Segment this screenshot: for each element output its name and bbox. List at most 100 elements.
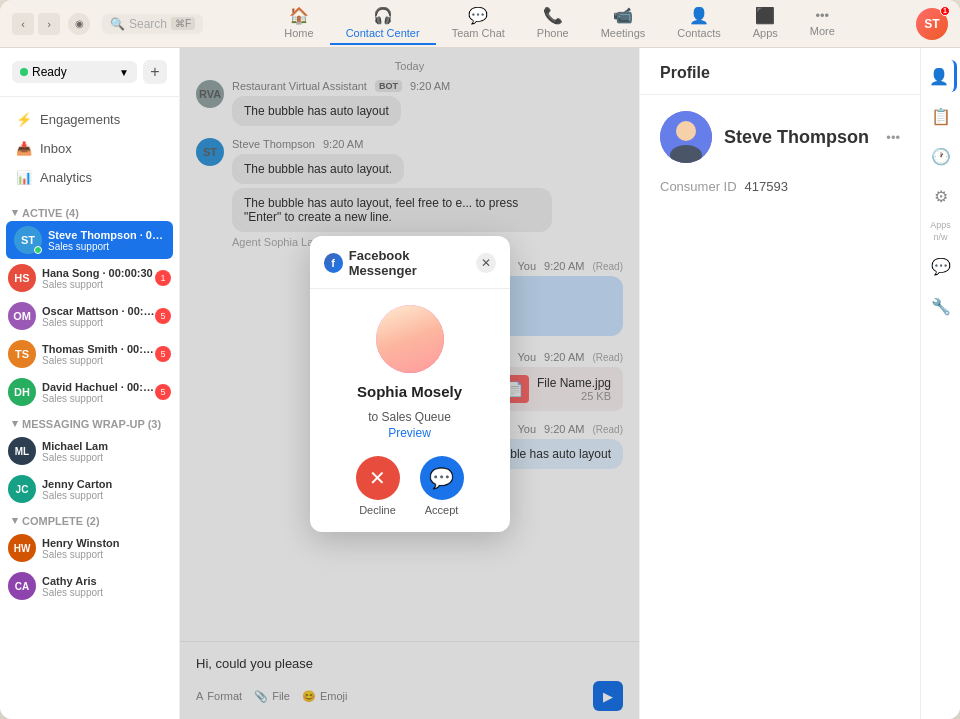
contact-queue-oscar: Sales support — [42, 317, 155, 328]
consumer-id-label: Consumer ID — [660, 179, 737, 194]
profile-header: Profile — [640, 48, 920, 95]
profile-avatar — [660, 111, 712, 163]
apps-label-section: Apps n/w — [930, 220, 951, 242]
contact-item-david[interactable]: DH David Hachuel · 00:00:35 Sales suppor… — [0, 373, 179, 411]
right-icon-chat[interactable]: 💬 — [925, 250, 957, 282]
modal-header: f Facebook Messenger ✕ — [310, 236, 510, 289]
contact-item-henry[interactable]: HW Henry Winston Sales support — [0, 529, 179, 567]
contact-avatar-michael: ML — [8, 437, 36, 465]
sidebar-menu: ⚡ Engagements 📥 Inbox 📊 Analytics — [0, 97, 179, 200]
search-icon: 🔍 — [110, 17, 125, 31]
modal-avatar — [376, 305, 444, 373]
right-icon-person[interactable]: 👤 — [925, 60, 957, 92]
contact-info-jenny: Jenny Carton Sales support — [42, 478, 171, 501]
analytics-label: Analytics — [40, 170, 92, 185]
facebook-messenger-modal: f Facebook Messenger ✕ Sophia Mosely to … — [310, 236, 510, 532]
tab-contacts-label: Contacts — [677, 27, 720, 39]
tab-phone[interactable]: 📞 Phone — [521, 2, 585, 45]
right-icon-settings[interactable]: ⚙ — [925, 180, 957, 212]
contact-queue-thomas: Sales support — [42, 355, 155, 366]
modal-overlay: f Facebook Messenger ✕ Sophia Mosely to … — [180, 48, 639, 719]
add-button[interactable]: + — [143, 60, 167, 84]
apps-label: Apps — [930, 220, 951, 230]
user-avatar[interactable]: ST 1 — [916, 8, 948, 40]
nav-forward-button[interactable]: › — [38, 13, 60, 35]
tab-contacts[interactable]: 👤 Contacts — [661, 2, 736, 45]
contact-queue-michael: Sales support — [42, 452, 171, 463]
contact-avatar-cathy: CA — [8, 572, 36, 600]
sidebar-item-analytics[interactable]: 📊 Analytics — [0, 163, 179, 192]
section-complete[interactable]: ▾ COMPLETE (2) — [0, 508, 179, 529]
contact-item-hana[interactable]: HS Hana Song · 00:00:30 Sales support 1 — [0, 259, 179, 297]
tab-home[interactable]: 🏠 Home — [268, 2, 329, 45]
contacts-icon: 👤 — [689, 6, 709, 25]
accept-button[interactable]: 💬 — [420, 456, 464, 500]
status-dot — [20, 68, 28, 76]
nw-label: n/w — [933, 232, 947, 242]
team-chat-icon: 💬 — [468, 6, 488, 25]
contact-avatar-henry: HW — [8, 534, 36, 562]
modal-title: Facebook Messenger — [349, 248, 476, 278]
tab-more[interactable]: ••• More — [794, 4, 851, 43]
search-shortcut: ⌘F — [171, 17, 195, 30]
status-select[interactable]: Ready ▼ — [12, 61, 137, 83]
search-box[interactable]: 🔍 Search ⌘F — [102, 14, 203, 34]
contact-item-cathy[interactable]: CA Cathy Aris Sales support — [0, 567, 179, 605]
section-messaging-wrap-up[interactable]: ▾ MESSAGING WRAP-UP (3) — [0, 411, 179, 432]
contact-avatar-david: DH — [8, 378, 36, 406]
contact-item-jenny[interactable]: JC Jenny Carton Sales support — [0, 470, 179, 508]
contact-name-steve: Steve Thompson · 00:00:15 — [48, 229, 165, 241]
nav-back-button[interactable]: ‹ — [12, 13, 34, 35]
contact-avatar-steve: ST — [14, 226, 42, 254]
chevron-active-icon: ▾ — [12, 206, 18, 219]
right-icon-notes[interactable]: 📋 — [925, 100, 957, 132]
tab-phone-label: Phone — [537, 27, 569, 39]
analytics-icon: 📊 — [16, 170, 32, 185]
modal-close-button[interactable]: ✕ — [476, 253, 495, 273]
contact-name-henry: Henry Winston — [42, 537, 171, 549]
sidebar-item-inbox[interactable]: 📥 Inbox — [0, 134, 179, 163]
contact-badge-david: 5 — [155, 384, 171, 400]
right-icon-wrench[interactable]: 🔧 — [925, 290, 957, 322]
contact-item-steve-thompson[interactable]: ST Steve Thompson · 00:00:15 Sales suppo… — [6, 221, 173, 259]
section-active[interactable]: ▾ ACTIVE (4) — [0, 200, 179, 221]
contact-item-michael[interactable]: ML Michael Lam Sales support — [0, 432, 179, 470]
tab-meetings[interactable]: 📹 Meetings — [585, 2, 662, 45]
svg-point-1 — [676, 121, 696, 141]
section-wrap-label: MESSAGING WRAP-UP (3) — [22, 418, 161, 430]
apps-icon: ⬛ — [755, 6, 775, 25]
contact-info-henry: Henry Winston Sales support — [42, 537, 171, 560]
contact-name-david: David Hachuel · 00:00:35 — [42, 381, 155, 393]
contact-item-oscar[interactable]: OM Oscar Mattson · 00:00:20 Sales suppor… — [0, 297, 179, 335]
search-label: Search — [129, 17, 167, 31]
contact-queue-cathy: Sales support — [42, 587, 171, 598]
tab-contact-center[interactable]: 🎧 Contact Center — [330, 2, 436, 45]
contact-queue-hana: Sales support — [42, 279, 155, 290]
meetings-icon: 📹 — [613, 6, 633, 25]
contact-name-oscar: Oscar Mattson · 00:00:20 — [42, 305, 155, 317]
decline-button[interactable]: ✕ — [356, 456, 400, 500]
tab-apps[interactable]: ⬛ Apps — [737, 2, 794, 45]
online-dot — [34, 246, 42, 254]
modal-preview-link[interactable]: Preview — [388, 426, 431, 440]
profile-more-button[interactable]: ••• — [886, 130, 900, 145]
right-icon-history[interactable]: 🕐 — [925, 140, 957, 172]
modal-queue-text: to Sales Queue — [368, 410, 451, 424]
contact-name-thomas: Thomas Smith · 00:00:32 — [42, 343, 155, 355]
contact-queue-jenny: Sales support — [42, 490, 171, 501]
profile-title: Profile — [660, 64, 710, 81]
contact-info-michael: Michael Lam Sales support — [42, 440, 171, 463]
contact-item-thomas[interactable]: TS Thomas Smith · 00:00:32 Sales support… — [0, 335, 179, 373]
tab-apps-label: Apps — [753, 27, 778, 39]
profile-small-icon: ◉ — [68, 13, 90, 35]
contact-name-jenny: Jenny Carton — [42, 478, 171, 490]
contact-badge-hana: 1 — [155, 270, 171, 286]
contact-queue-david: Sales support — [42, 393, 155, 404]
tab-team-chat[interactable]: 💬 Team Chat — [436, 2, 521, 45]
contact-name-hana: Hana Song · 00:00:30 — [42, 267, 155, 279]
tab-meetings-label: Meetings — [601, 27, 646, 39]
profile-user-row: Steve Thompson ••• — [640, 95, 920, 175]
modal-title-row: f Facebook Messenger — [324, 248, 477, 278]
sidebar-item-engagements[interactable]: ⚡ Engagements — [0, 105, 179, 134]
main-area: Ready ▼ + ⚡ Engagements 📥 Inbox 📊 Analyt… — [0, 48, 960, 719]
